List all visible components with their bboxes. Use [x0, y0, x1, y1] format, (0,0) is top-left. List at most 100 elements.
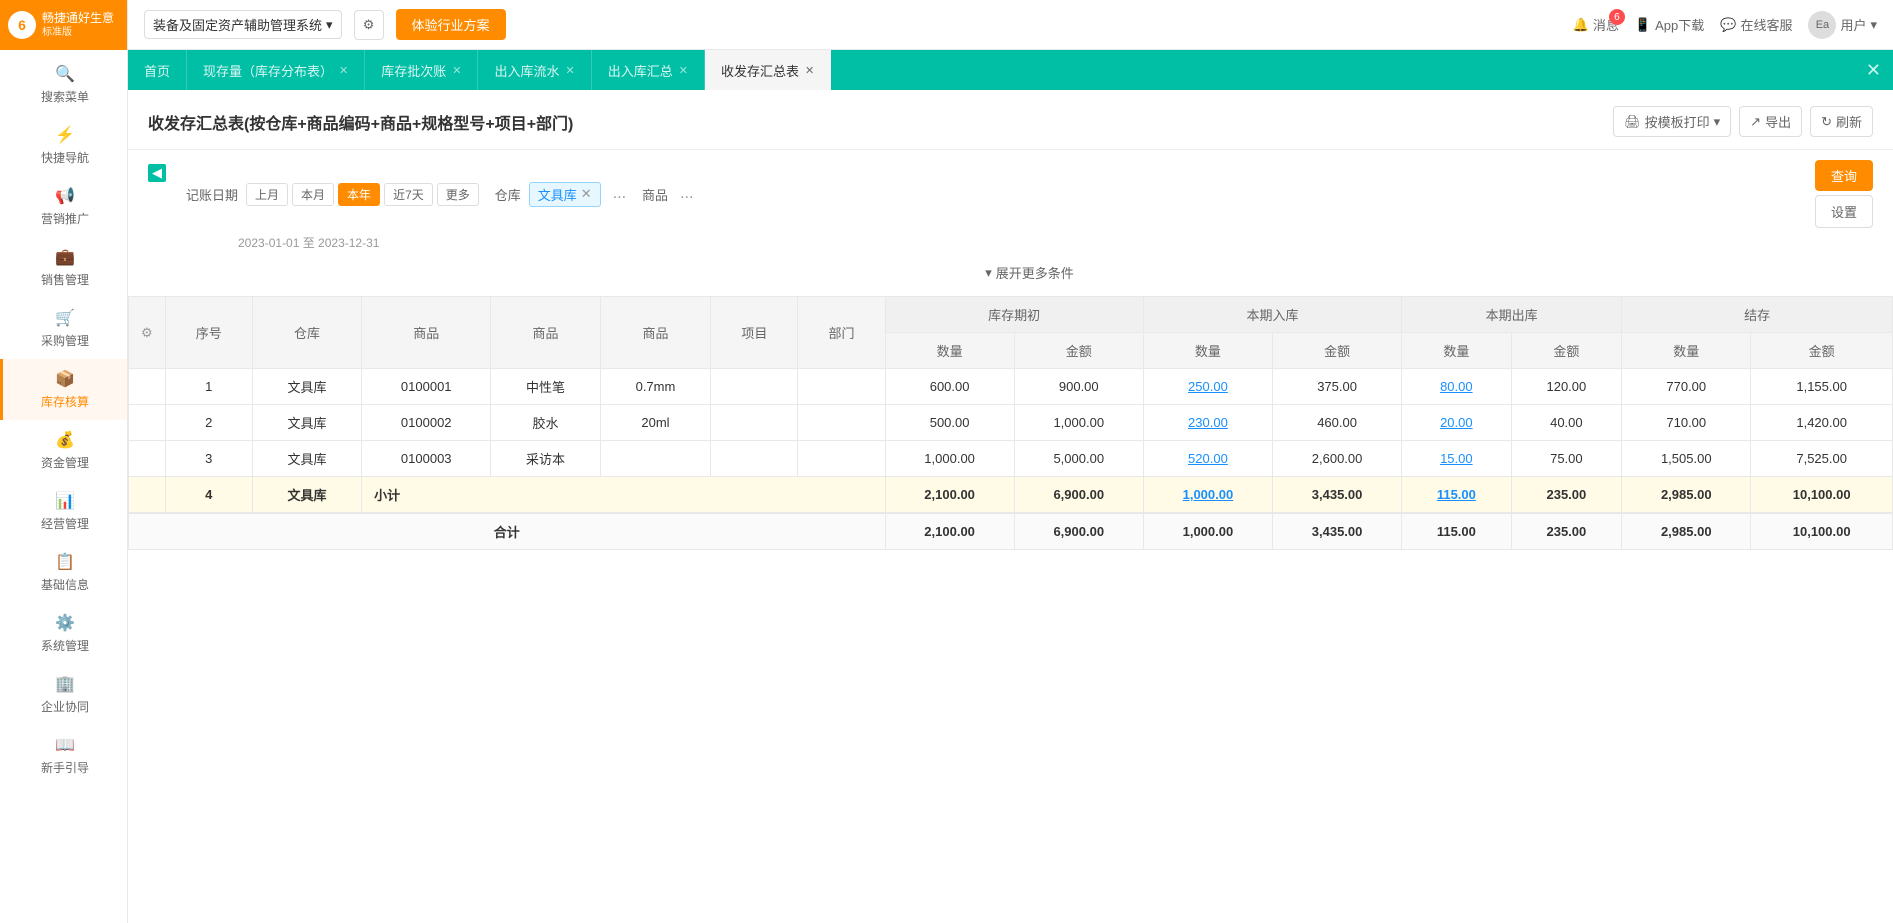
- inbound-qty-link[interactable]: 520.00: [1188, 451, 1228, 466]
- expand-filter-button[interactable]: ▾ 展开更多条件: [973, 259, 1086, 286]
- sidebar-icon-basic: 📋: [55, 552, 75, 572]
- total-opening-amt: 6,900.00: [1014, 513, 1143, 550]
- sidebar-icon-purchase: 🛒: [55, 308, 75, 328]
- sidebar-item-marketing[interactable]: 📢营销推广: [0, 176, 127, 237]
- inbound-qty-link[interactable]: 250.00: [1188, 379, 1228, 394]
- tab-close-inout_flow[interactable]: ✕: [566, 64, 575, 77]
- tab-close-batch[interactable]: ✕: [452, 64, 461, 77]
- goods-more-button[interactable]: ...: [680, 185, 693, 203]
- notification-button[interactable]: 🔔 消息 6: [1573, 15, 1619, 34]
- goods-filter: 商品 ...: [642, 185, 693, 204]
- th-closing-amt: 金额: [1751, 333, 1893, 369]
- tab-bar: 首页现存量（库存分布表）✕库存批次账✕出入库流水✕出入库汇总✕收发存汇总表✕✕: [128, 50, 1893, 90]
- date-shortcut-本月[interactable]: 本月: [292, 183, 334, 206]
- tab-close-inout_summary[interactable]: ✕: [679, 64, 688, 77]
- sidebar-icon-inventory: 📦: [55, 369, 75, 389]
- avatar: Ea: [1808, 11, 1836, 39]
- sidebar-item-finance[interactable]: 💰资金管理: [0, 420, 127, 481]
- date-filter: 记账日期 上月本月本年近7天更多: [186, 183, 479, 206]
- subtotal-inbound-qty-link[interactable]: 1,000.00: [1183, 487, 1234, 502]
- sidebar-item-operation[interactable]: 📊经营管理: [0, 481, 127, 542]
- total-outbound-amt: 235.00: [1511, 513, 1622, 550]
- warehouse-tag-text: 文具库: [538, 185, 577, 204]
- total-label: 合计: [129, 513, 886, 550]
- sidebar-icon-system: ⚙️: [55, 613, 75, 633]
- total-inbound-amt: 3,435.00: [1273, 513, 1402, 550]
- total-opening-qty: 2,100.00: [885, 513, 1014, 550]
- topbar-right: 🔔 消息 6 📱 App下载 💬 在线客服 Ea 用户 ▾: [1573, 11, 1877, 39]
- date-shortcut-近7天[interactable]: 近7天: [384, 183, 433, 206]
- sidebar-item-purchase[interactable]: 🛒采购管理: [0, 298, 127, 359]
- user-menu[interactable]: Ea 用户 ▾: [1808, 11, 1877, 39]
- subtotal-outbound-qty-link[interactable]: 115.00: [1437, 487, 1476, 502]
- total-closing-amt: 10,100.00: [1751, 513, 1893, 550]
- sidebar-item-system[interactable]: ⚙️系统管理: [0, 603, 127, 664]
- sidebar-item-inventory[interactable]: 📦库存核算: [0, 359, 127, 420]
- settings-button[interactable]: 设置: [1815, 195, 1873, 228]
- sidebar-item-basic[interactable]: 📋基础信息: [0, 542, 127, 603]
- sidebar-item-sales[interactable]: 💼销售管理: [0, 237, 127, 298]
- sidebar-item-enterprise[interactable]: 🏢企业协同: [0, 664, 127, 725]
- warehouse-tag-close[interactable]: ✕: [581, 186, 592, 202]
- collapse-button[interactable]: ◀: [148, 164, 166, 182]
- sidebar-item-search[interactable]: 🔍搜索菜单: [0, 54, 127, 115]
- outbound-qty-link[interactable]: 80.00: [1440, 379, 1473, 394]
- system-title-text: 装备及固定资产辅助管理系统: [153, 15, 322, 34]
- warehouse-tag: 文具库 ✕: [529, 182, 601, 207]
- th-goods-code: 商品: [362, 297, 491, 369]
- query-button[interactable]: 查询: [1815, 160, 1873, 191]
- tab-close-inventory[interactable]: ✕: [339, 64, 348, 77]
- tab-inventory[interactable]: 现存量（库存分布表）✕: [187, 50, 365, 90]
- date-shortcut-更多[interactable]: 更多: [437, 183, 479, 206]
- print-button[interactable]: 🖨 按模板打印 ▾: [1613, 106, 1731, 137]
- export-icon: ↗: [1750, 114, 1761, 130]
- warehouse-filter: 仓库 文具库 ✕ ...: [495, 182, 626, 207]
- refresh-button[interactable]: ↻ 刷新: [1810, 106, 1873, 137]
- total-row: 合计 2,100.00 6,900.00 1,000.00 3,435.00 1…: [129, 513, 1893, 550]
- tab-panel-close-button[interactable]: ✕: [1854, 60, 1893, 81]
- page-title: 收发存汇总表(按仓库+商品编码+商品+规格型号+项目+部门): [148, 110, 573, 134]
- page-inner: 收发存汇总表(按仓库+商品编码+商品+规格型号+项目+部门) 🖨 按模板打印 ▾…: [128, 90, 1893, 923]
- app-download-button[interactable]: 📱 App下载: [1635, 15, 1704, 34]
- th-goods-name: 商品: [491, 297, 600, 369]
- inbound-qty-link[interactable]: 230.00: [1188, 415, 1228, 430]
- sidebar-item-guide[interactable]: 📖新手引导: [0, 725, 127, 786]
- chevron-down-icon: ▾: [1870, 17, 1877, 33]
- table-container: ⚙ 序号 仓库 商品 商品 商品 项目 部门 库存期初 本期入库: [128, 296, 1893, 550]
- system-title-select[interactable]: 装备及固定资产辅助管理系统 ▾: [144, 10, 342, 39]
- chevron-down-icon: ▾: [985, 265, 992, 281]
- th-outbound-amt: 金额: [1511, 333, 1622, 369]
- th-outbound: 本期出库: [1402, 297, 1622, 333]
- download-icon: 📱: [1635, 17, 1651, 33]
- tab-stock_summary[interactable]: 收发存汇总表✕: [705, 50, 831, 90]
- total-inbound-qty: 1,000.00: [1143, 513, 1272, 550]
- date-label: 记账日期: [186, 185, 238, 204]
- th-inbound: 本期入库: [1143, 297, 1401, 333]
- trial-button[interactable]: 体验行业方案: [396, 9, 506, 40]
- sidebar-icon-sales: 💼: [55, 247, 75, 267]
- tab-home[interactable]: 首页: [128, 50, 187, 90]
- online-service-button[interactable]: 💬 在线客服: [1720, 15, 1792, 34]
- chevron-down-icon: ▾: [1714, 114, 1721, 130]
- warehouse-more-button[interactable]: ...: [613, 185, 626, 203]
- page-content: 收发存汇总表(按仓库+商品编码+商品+规格型号+项目+部门) 🖨 按模板打印 ▾…: [128, 90, 1893, 923]
- tab-close-stock_summary[interactable]: ✕: [805, 64, 814, 77]
- warehouse-label: 仓库: [495, 185, 521, 204]
- tab-batch[interactable]: 库存批次账✕: [365, 50, 478, 90]
- outbound-qty-link[interactable]: 20.00: [1440, 415, 1473, 430]
- tab-inout_summary[interactable]: 出入库汇总✕: [592, 50, 705, 90]
- tab-inout_flow[interactable]: 出入库流水✕: [478, 50, 591, 90]
- table-gear-icon[interactable]: ⚙: [141, 325, 153, 340]
- date-shortcut-本年[interactable]: 本年: [338, 183, 380, 206]
- page-header: 收发存汇总表(按仓库+商品编码+商品+规格型号+项目+部门) 🖨 按模板打印 ▾…: [128, 90, 1893, 150]
- date-shortcuts: 上月本月本年近7天更多: [246, 183, 479, 206]
- sidebar-item-quick[interactable]: ⚡快捷导航: [0, 115, 127, 176]
- topbar-left: 装备及固定资产辅助管理系统 ▾ ⚙ 体验行业方案: [144, 9, 506, 40]
- sidebar-nav: 🔍搜索菜单⚡快捷导航📢营销推广💼销售管理🛒采购管理📦库存核算💰资金管理📊经营管理…: [0, 50, 127, 923]
- outbound-qty-link[interactable]: 15.00: [1440, 451, 1473, 466]
- th-outbound-qty: 数量: [1402, 333, 1511, 369]
- gear-button[interactable]: ⚙: [354, 10, 384, 40]
- date-shortcut-上月[interactable]: 上月: [246, 183, 288, 206]
- export-button[interactable]: ↗ 导出: [1739, 106, 1802, 137]
- sidebar-icon-search: 🔍: [55, 64, 75, 84]
